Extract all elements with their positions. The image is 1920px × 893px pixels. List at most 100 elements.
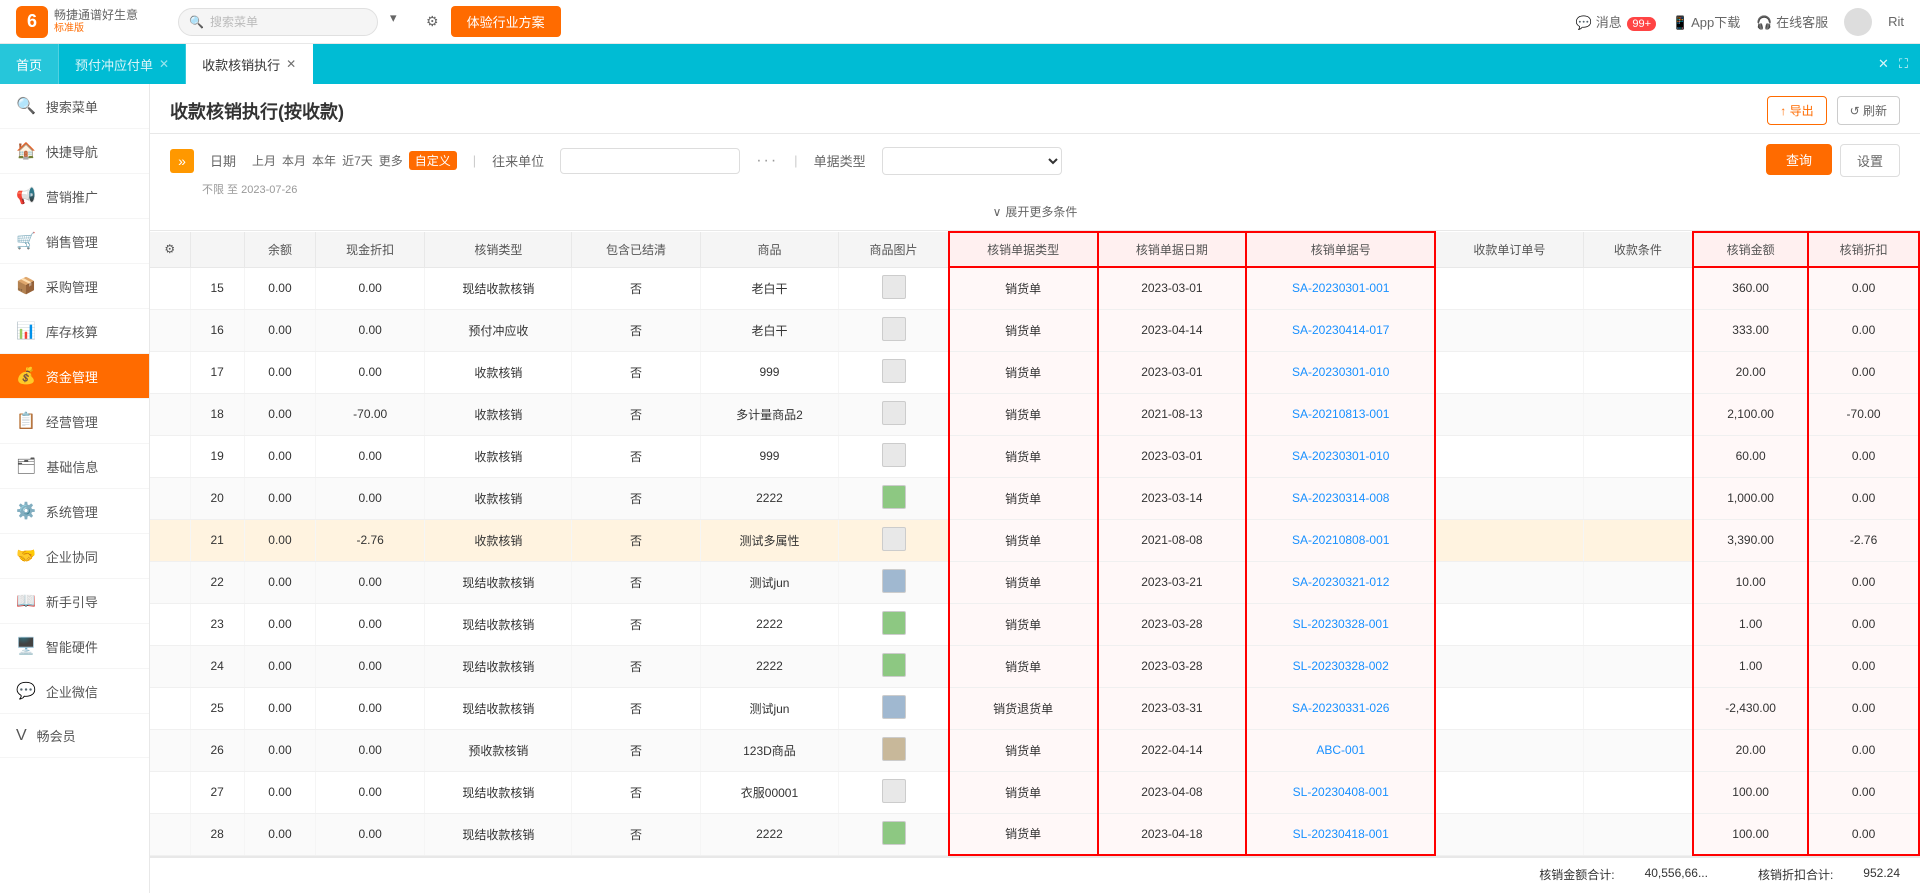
date-last-7days[interactable]: 近7天 bbox=[342, 152, 373, 169]
writeoff-no-link[interactable]: ABC-001 bbox=[1316, 743, 1365, 757]
tab-prepay-close[interactable]: ✕ bbox=[159, 57, 169, 71]
export-button[interactable]: ↑ 导出 bbox=[1767, 96, 1826, 125]
writeoff-no-link[interactable]: SA-20230321-012 bbox=[1292, 575, 1389, 589]
sidebar-item-purchase[interactable]: 📦 采购管理 bbox=[0, 264, 149, 309]
cell-writeoff-no[interactable]: SA-20210813-001 bbox=[1246, 393, 1435, 435]
sidebar-item-enterprise[interactable]: 🤝 企业协同 bbox=[0, 534, 149, 579]
messages-btn[interactable]: 💬 消息 99+ bbox=[1576, 12, 1656, 31]
cell-writeoff-no[interactable]: SA-20230331-026 bbox=[1246, 687, 1435, 729]
sidebar-item-wechat[interactable]: 💬 企业微信 bbox=[0, 669, 149, 714]
tab-bar: 首页 预付冲应付单 ✕ 收款核销执行 ✕ ✕ ⛶ bbox=[0, 44, 1920, 84]
cell-goods-image bbox=[839, 309, 949, 351]
date-this-month[interactable]: 本月 bbox=[282, 152, 306, 169]
tab-receipt-close[interactable]: ✕ bbox=[286, 57, 296, 71]
cell-writeoff-no[interactable]: SL-20230408-001 bbox=[1246, 771, 1435, 813]
search-bar[interactable]: 🔍 搜索菜单 bbox=[178, 8, 378, 36]
solution-button[interactable]: 体验行业方案 bbox=[451, 6, 561, 37]
tab-home[interactable]: 首页 bbox=[0, 44, 59, 84]
cell-writeoff-no[interactable]: SL-20230328-002 bbox=[1246, 645, 1435, 687]
cell-writeoff-discount: 0.00 bbox=[1808, 561, 1919, 603]
cell-cash-discount: 0.00 bbox=[316, 561, 425, 603]
tab-prepay[interactable]: 预付冲应付单 ✕ bbox=[59, 44, 186, 84]
sidebar-item-search[interactable]: 🔍 搜索菜单 bbox=[0, 84, 149, 129]
window-expand-icon[interactable]: ⛶ bbox=[1899, 56, 1908, 72]
sidebar-item-hardware[interactable]: 🖥️ 智能硬件 bbox=[0, 624, 149, 669]
sidebar-item-marketing[interactable]: 📢 营销推广 bbox=[0, 174, 149, 219]
writeoff-no-link[interactable]: SL-20230328-002 bbox=[1293, 659, 1389, 673]
cell-receipt-order-no bbox=[1435, 477, 1583, 519]
app-download-btn[interactable]: 📱 App下载 bbox=[1672, 12, 1740, 31]
tab-receipt[interactable]: 收款核销执行 ✕ bbox=[186, 44, 313, 84]
expand-more-btn[interactable]: ∨ 展开更多条件 bbox=[170, 203, 1900, 220]
cell-writeoff-no[interactable]: SA-20210808-001 bbox=[1246, 519, 1435, 561]
writeoff-no-link[interactable]: SA-20210813-001 bbox=[1292, 407, 1389, 421]
window-close-icon[interactable]: ✕ bbox=[1878, 56, 1889, 72]
cell-writeoff-no[interactable]: SA-20230301-010 bbox=[1246, 435, 1435, 477]
cell-writeoff-no[interactable]: SL-20230418-001 bbox=[1246, 813, 1435, 855]
sidebar-item-system[interactable]: ⚙️ 系统管理 bbox=[0, 489, 149, 534]
refresh-button[interactable]: ↺ 刷新 bbox=[1837, 96, 1900, 125]
cell-balance: 0.00 bbox=[244, 477, 315, 519]
cell-goods: 测试jun bbox=[700, 561, 839, 603]
writeoff-no-link[interactable]: SA-20230414-017 bbox=[1292, 323, 1389, 337]
total-discount-value: 952.24 bbox=[1863, 866, 1900, 883]
sidebar-label-marketing: 营销推广 bbox=[46, 187, 98, 206]
cell-writeoff-no[interactable]: SL-20230328-001 bbox=[1246, 603, 1435, 645]
query-button[interactable]: 查询 bbox=[1766, 144, 1832, 175]
cell-cash-discount: 0.00 bbox=[316, 771, 425, 813]
cell-writeoff-amount: 100.00 bbox=[1693, 771, 1808, 813]
writeoff-no-link[interactable]: SA-20230301-010 bbox=[1292, 365, 1389, 379]
cell-index: 16 bbox=[190, 309, 244, 351]
sidebar-label-search: 搜索菜单 bbox=[46, 97, 98, 116]
bill-type-select[interactable] bbox=[882, 147, 1062, 175]
date-this-year[interactable]: 本年 bbox=[312, 152, 336, 169]
writeoff-no-link[interactable]: SA-20230301-001 bbox=[1292, 281, 1389, 295]
cell-receipt-order-no bbox=[1435, 561, 1583, 603]
date-custom-btn[interactable]: 自定义 bbox=[409, 151, 457, 170]
cell-writeoff-no[interactable]: SA-20230321-012 bbox=[1246, 561, 1435, 603]
settings-icon[interactable]: ⚙ bbox=[426, 13, 439, 30]
sidebar-item-operations[interactable]: 📋 经营管理 bbox=[0, 399, 149, 444]
cell-writeoff-date: 2023-04-08 bbox=[1098, 771, 1247, 813]
sidebar-item-quick-nav[interactable]: 🏠 快捷导航 bbox=[0, 129, 149, 174]
writeoff-no-link[interactable]: SL-20230328-001 bbox=[1293, 617, 1389, 631]
writeoff-no-link[interactable]: SL-20230418-001 bbox=[1293, 827, 1389, 841]
writeoff-no-link[interactable]: SA-20230331-026 bbox=[1292, 701, 1389, 715]
cell-writeoff-no[interactable]: SA-20230301-001 bbox=[1246, 267, 1435, 309]
cell-index: 26 bbox=[190, 729, 244, 771]
writeoff-no-link[interactable]: SA-20230301-010 bbox=[1292, 449, 1389, 463]
cell-receipt-order-no bbox=[1435, 393, 1583, 435]
cell-index: 23 bbox=[190, 603, 244, 645]
date-more[interactable]: 更多 bbox=[379, 152, 403, 169]
cell-writeoff-no[interactable]: SA-20230314-008 bbox=[1246, 477, 1435, 519]
counterparty-input[interactable] bbox=[560, 148, 740, 174]
cell-writeoff-no[interactable]: SA-20230414-017 bbox=[1246, 309, 1435, 351]
cell-included: 否 bbox=[572, 603, 700, 645]
sidebar-item-inventory[interactable]: 📊 库存核算 bbox=[0, 309, 149, 354]
th-settings[interactable]: ⚙ bbox=[150, 232, 190, 267]
sidebar-item-member[interactable]: V 畅会员 bbox=[0, 714, 149, 758]
cell-writeoff-no[interactable]: SA-20230301-010 bbox=[1246, 351, 1435, 393]
cell-writeoff-type: 预付冲应收 bbox=[425, 309, 572, 351]
cell-included: 否 bbox=[572, 687, 700, 729]
writeoff-no-link[interactable]: SA-20230314-008 bbox=[1292, 491, 1389, 505]
settings-button[interactable]: 设置 bbox=[1840, 144, 1900, 177]
writeoff-no-link[interactable]: SL-20230408-001 bbox=[1293, 785, 1389, 799]
filter-expand-btn[interactable]: » bbox=[170, 149, 194, 173]
sidebar-item-finance[interactable]: 💰 资金管理 bbox=[0, 354, 149, 399]
sidebar-item-guide[interactable]: 📖 新手引导 bbox=[0, 579, 149, 624]
cell-goods: 2222 bbox=[700, 603, 839, 645]
date-last-month[interactable]: 上月 bbox=[252, 152, 276, 169]
writeoff-no-link[interactable]: SA-20210808-001 bbox=[1292, 533, 1389, 547]
cell-writeoff-amount: 100.00 bbox=[1693, 813, 1808, 855]
search-icon: 🔍 bbox=[16, 96, 36, 116]
sidebar-item-basic-info[interactable]: 🗂 基础信息 bbox=[0, 444, 149, 489]
online-service-btn[interactable]: 🎧 在线客服 bbox=[1756, 12, 1828, 31]
cell-included: 否 bbox=[572, 771, 700, 813]
dropdown-icon[interactable]: ▾ bbox=[390, 10, 414, 34]
cell-receipt-condition bbox=[1583, 519, 1693, 561]
cell-writeoff-no[interactable]: ABC-001 bbox=[1246, 729, 1435, 771]
cell-writeoff-discount: 0.00 bbox=[1808, 687, 1919, 729]
sidebar-item-sales[interactable]: 🛒 销售管理 bbox=[0, 219, 149, 264]
table-area[interactable]: ⚙ 余额 现金折扣 核销类型 包含已结清 商品 商品图片 核销单据类型 核销单据… bbox=[150, 231, 1920, 893]
